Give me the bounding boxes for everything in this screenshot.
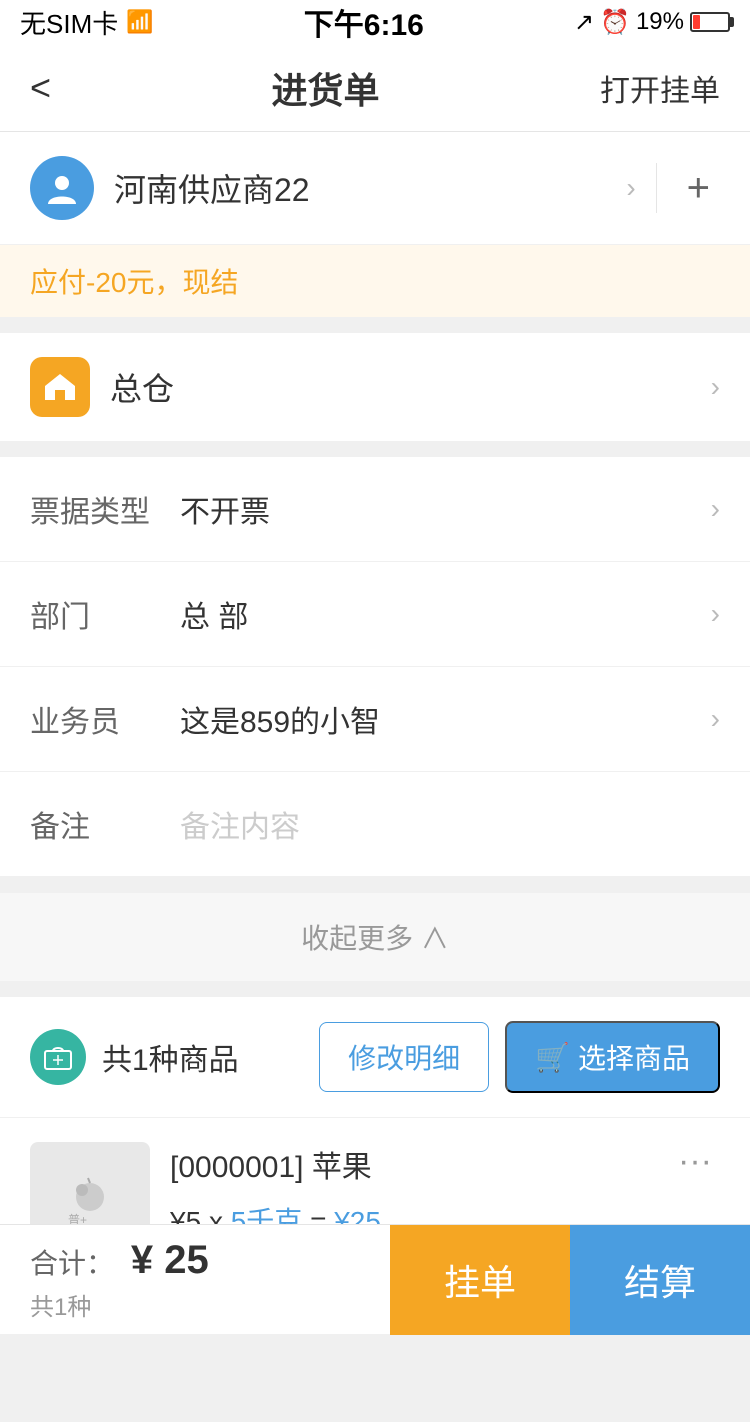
edit-detail-button[interactable]: 修改明细 (319, 1022, 489, 1092)
alarm-icon: ⏰ (600, 8, 630, 37)
remark-row[interactable]: 备注 备注内容 (0, 772, 750, 877)
invoice-type-value: 不开票 (170, 487, 711, 531)
department-row[interactable]: 部门 总 部 › (0, 562, 750, 667)
select-product-button[interactable]: 🛒 选择商品 (505, 1021, 720, 1093)
salesperson-label: 业务员 (30, 697, 170, 741)
cart-icon: 🛒 (535, 1041, 570, 1074)
warehouse-name: 总仓 (110, 364, 711, 410)
product-title: 苹果 (312, 1151, 372, 1184)
back-button[interactable]: < (30, 67, 51, 109)
product-header: 共1种商品 修改明细 🛒 选择商品 (0, 997, 750, 1118)
battery-icon (690, 12, 730, 32)
select-product-label: 选择商品 (578, 1037, 690, 1077)
status-time: 下午6:16 (304, 0, 424, 44)
hang-button[interactable]: 挂单 (390, 1225, 570, 1335)
product-icon (30, 1029, 86, 1085)
salesperson-value: 这是859的小智 (170, 697, 711, 741)
salesperson-row[interactable]: 业务员 这是859的小智 › (0, 667, 750, 772)
department-label: 部门 (30, 592, 170, 636)
open-hang-button[interactable]: 打开挂单 (600, 66, 720, 110)
supplier-divider (656, 163, 657, 213)
warehouse-card[interactable]: 总仓 › (0, 333, 750, 441)
remark-label: 备注 (30, 802, 170, 846)
add-supplier-button[interactable]: + (677, 166, 720, 211)
supplier-avatar (30, 156, 94, 220)
supplier-chevron-icon: › (626, 172, 635, 204)
product-count: 共1种商品 (102, 1035, 319, 1079)
status-bar: 无SIM卡 📶 下午6:16 ↗ ⏰ 19% (0, 0, 750, 44)
invoice-type-label: 票据类型 (30, 487, 170, 531)
salesperson-chevron-icon: › (711, 703, 720, 735)
invoice-type-row[interactable]: 票据类型 不开票 › (0, 457, 750, 562)
wifi-icon: 📶 (126, 9, 153, 35)
footer: 合计： ¥ 25 共1种 挂单 结算 (0, 1224, 750, 1334)
footer-total: 合计： ¥ 25 共1种 (0, 1238, 390, 1322)
total-label: 合计： (30, 1248, 114, 1279)
supplier-row[interactable]: 河南供应商22 › + (0, 132, 750, 245)
collapse-toggle[interactable]: 收起更多 ∧ (0, 893, 750, 981)
supplier-notice: 应付-20元，现结 (0, 245, 750, 317)
battery-percentage: 19% (636, 8, 684, 36)
department-chevron-icon: › (711, 598, 720, 630)
nav-bar: < 进货单 打开挂单 (0, 44, 750, 132)
status-right: ↗ ⏰ 19% (574, 8, 730, 37)
carrier-text: 无SIM卡 (20, 4, 118, 41)
location-icon: ↗ (574, 8, 594, 37)
product-name: [0000001] 苹果 (170, 1142, 670, 1186)
remark-input[interactable]: 备注内容 (170, 802, 720, 846)
checkout-button[interactable]: 结算 (570, 1225, 750, 1335)
form-card: 票据类型 不开票 › 部门 总 部 › 业务员 这是859的小智 › 备注 备注… (0, 457, 750, 877)
total-amount: ¥ 25 (131, 1238, 209, 1282)
page-title: 进货单 (272, 62, 380, 114)
supplier-card: 河南供应商22 › + 应付-20元，现结 (0, 132, 750, 317)
product-code: [0000001] (170, 1151, 303, 1184)
invoice-chevron-icon: › (711, 493, 720, 525)
supplier-name: 河南供应商22 (114, 165, 626, 211)
warehouse-icon (30, 357, 90, 417)
status-left: 无SIM卡 📶 (20, 4, 154, 41)
product-more-button[interactable]: ··· (670, 1142, 720, 1181)
total-count: 共1种 (30, 1287, 360, 1322)
department-value: 总 部 (170, 592, 711, 636)
warehouse-chevron-icon: › (711, 371, 720, 403)
warehouse-row[interactable]: 总仓 › (0, 333, 750, 441)
